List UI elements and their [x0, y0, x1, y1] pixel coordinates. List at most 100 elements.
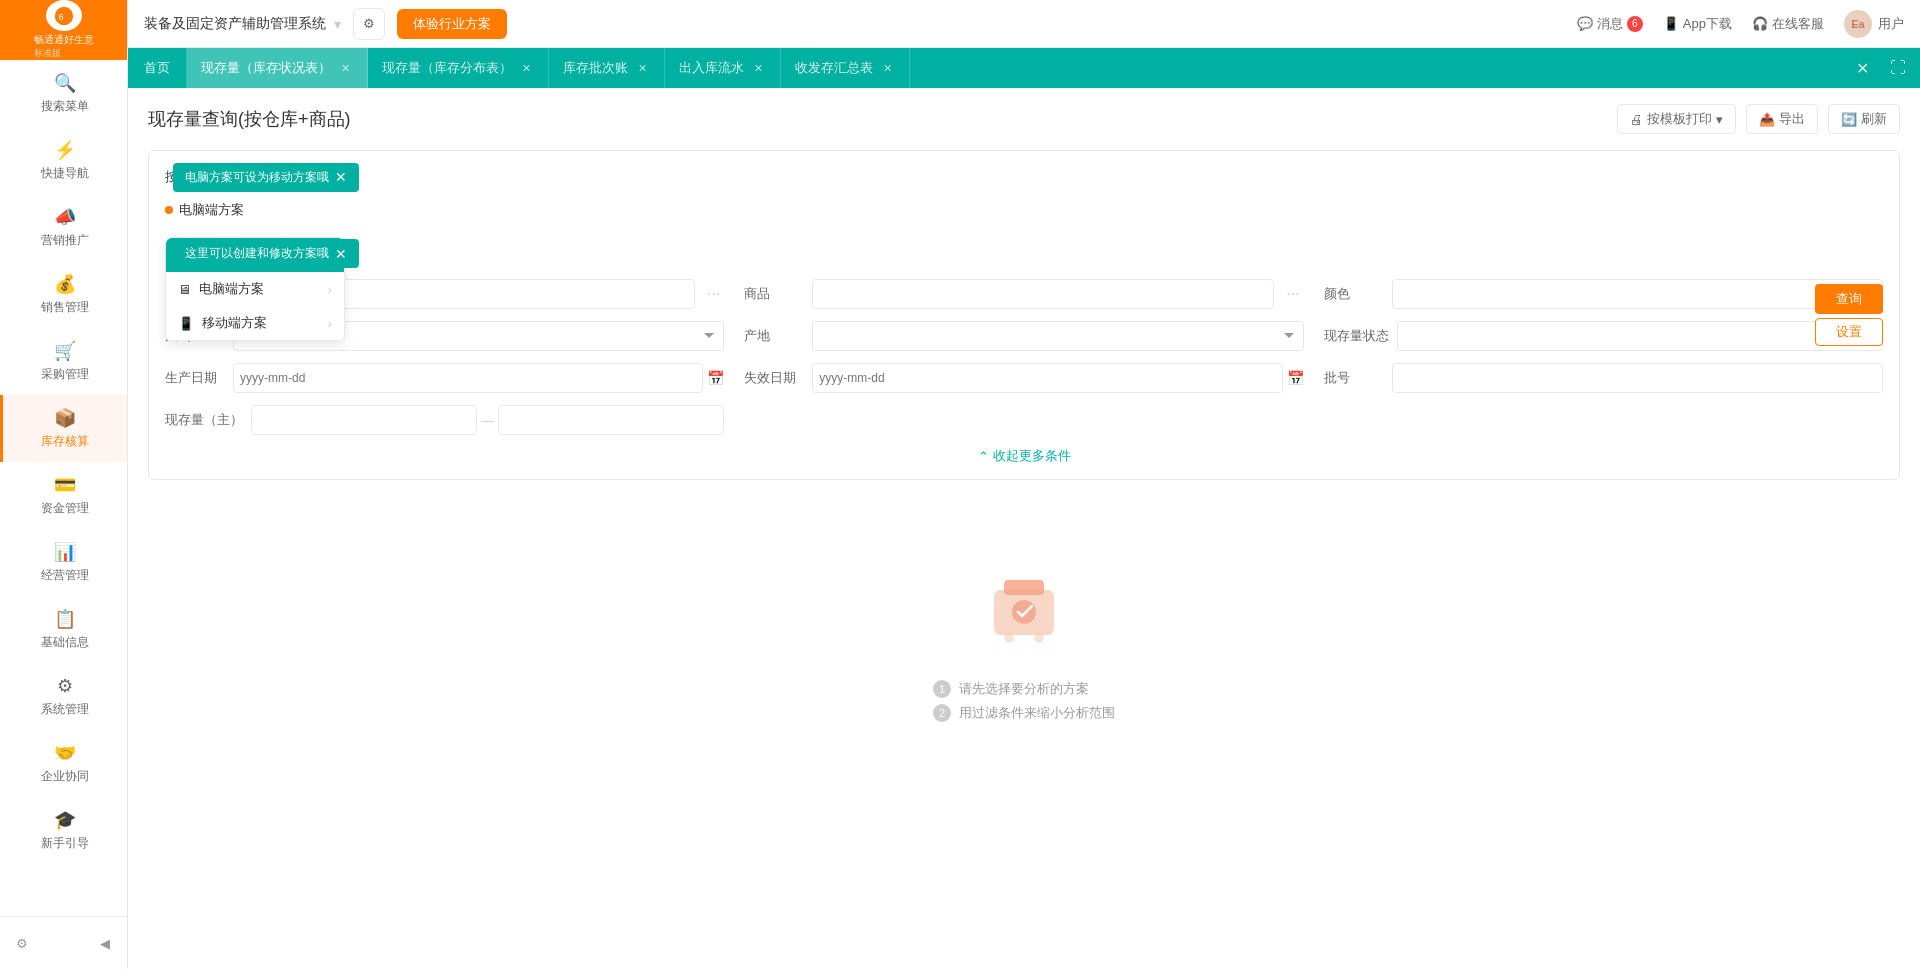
tab-close-all-button[interactable]: ✕	[1848, 54, 1876, 82]
user-menu[interactable]: Ea 用户	[1844, 10, 1904, 38]
stock-main-max-input[interactable]	[498, 405, 724, 435]
stock-main-range: —	[251, 405, 724, 435]
industry-plan-button[interactable]: 体验行业方案	[397, 9, 507, 39]
inventory-icon: 📦	[54, 407, 76, 429]
sidebar-item-operations[interactable]: 📊 经营管理	[0, 529, 127, 596]
page-actions: 🖨 按模板打印 ▾ 📤 导出 🔄 刷新	[1617, 104, 1900, 134]
message-icon: 💬	[1577, 16, 1593, 31]
color-label: 颜色	[1324, 285, 1384, 303]
filter-section-wrapper: 按以下方案查询 + ✎ ← 电脑方案可设为移动方案哦 ✕	[148, 150, 1900, 480]
production-date-label: 生产日期	[165, 369, 225, 387]
color-select[interactable]	[1392, 279, 1883, 309]
sidebar-item-quick[interactable]: ⚡ 快捷导航	[0, 127, 127, 194]
reset-button[interactable]: 设置	[1815, 318, 1883, 346]
empty-state: 1 请先选择要分析的方案 2 用过滤条件来缩小分析范围	[148, 480, 1900, 808]
tab-receive-summary[interactable]: 收发存汇总表 ✕	[781, 48, 910, 88]
app-logo: 6 畅通通好生意 标准版	[0, 0, 127, 60]
tab-in-out-flow[interactable]: 出入库流水 ✕	[665, 48, 781, 88]
batch-input[interactable]	[1392, 363, 1883, 393]
sidebar-menu: 🔍 搜索菜单 ⚡ 快捷导航 📣 营销推广 💰 销售管理 🛒 采购管理 📦 库存核…	[0, 60, 127, 916]
finance-icon: 💳	[54, 474, 76, 496]
origin-select[interactable]	[812, 321, 1303, 351]
tab-close-inventory-dist[interactable]: ✕	[518, 60, 534, 76]
expiry-date-icon[interactable]: 📅	[1287, 370, 1304, 386]
svg-point-5	[1004, 633, 1014, 643]
range-separator: —	[481, 413, 494, 428]
scheme-item-mobile[interactable]: 📱 移动端方案 ›	[166, 306, 344, 340]
support-icon: 🎧	[1752, 16, 1768, 31]
filter-row-color: 颜色	[1324, 279, 1883, 309]
goods-dots[interactable]: ···	[1282, 285, 1303, 303]
sidebar-item-purchase[interactable]: 🛒 采购管理	[0, 328, 127, 395]
batch-label: 批号	[1324, 369, 1384, 387]
origin-label: 产地	[744, 327, 804, 345]
expiry-date-input-wrapper: 📅	[812, 363, 1303, 393]
scheme-item-desktop[interactable]: 🖥 电脑端方案 ›	[166, 272, 344, 306]
sidebar-item-finance[interactable]: 💳 资金管理	[0, 462, 127, 529]
sidebar-item-enterprise[interactable]: 🤝 企业协同	[0, 730, 127, 797]
tab-inventory-status[interactable]: 现存量（库存状况表） ✕	[187, 48, 368, 88]
expiry-date-input[interactable]	[812, 363, 1282, 393]
tab-home[interactable]: 首页	[128, 48, 187, 88]
logo-icon: 6	[46, 0, 82, 31]
arrow-right-icon: ›	[328, 282, 332, 297]
tooltip-close-scheme[interactable]: ✕	[335, 246, 347, 262]
export-icon: 📤	[1759, 112, 1775, 127]
main-tooltip: 电脑方案可设为移动方案哦 ✕	[173, 163, 359, 192]
sidebar-item-search[interactable]: 🔍 搜索菜单	[0, 60, 127, 127]
content-inner: 现存量查询(按仓库+商品) 🖨 按模板打印 ▾ 📤 导出 🔄 刷新	[128, 88, 1920, 969]
refresh-icon: 🔄	[1841, 112, 1857, 127]
production-date-input[interactable]	[233, 363, 703, 393]
app-download-button[interactable]: 📱 App下载	[1663, 15, 1732, 33]
sidebar-item-sales[interactable]: 💰 销售管理	[0, 261, 127, 328]
tab-close-inventory-status[interactable]: ✕	[337, 60, 353, 76]
svg-point-0	[54, 6, 72, 24]
sidebar-settings-button[interactable]: ⚙	[8, 929, 36, 957]
goods-input-wrapper	[812, 279, 1274, 309]
tooltip-close-main[interactable]: ✕	[335, 169, 347, 185]
goods-label: 商品	[744, 285, 804, 303]
refresh-button[interactable]: 🔄 刷新	[1828, 104, 1900, 134]
sidebar-collapse-button[interactable]: ◀	[91, 929, 119, 957]
message-button[interactable]: 💬 消息 6	[1577, 15, 1643, 33]
export-button[interactable]: 📤 导出	[1746, 104, 1818, 134]
tab-close-batch-account[interactable]: ✕	[634, 60, 650, 76]
goods-input[interactable]	[812, 279, 1274, 309]
chevron-up-icon: ⌃	[978, 449, 989, 464]
stock-main-min-input[interactable]	[251, 405, 477, 435]
settings-button[interactable]: ⚙	[353, 8, 385, 40]
stock-main-label: 现存量（主）	[165, 411, 243, 429]
search-button[interactable]: 查询	[1815, 284, 1883, 314]
template-print-button[interactable]: 🖨 按模板打印 ▾	[1617, 104, 1736, 134]
tab-close-in-out-flow[interactable]: ✕	[750, 60, 766, 76]
warehouse-dots[interactable]: ···	[703, 285, 724, 303]
stock-status-select[interactable]	[1397, 321, 1883, 351]
tab-fullscreen-button[interactable]: ⛶	[1884, 54, 1912, 82]
tab-close-receive-summary[interactable]: ✕	[879, 60, 895, 76]
sidebar-item-inventory[interactable]: 📦 库存核算	[0, 395, 127, 462]
sidebar-item-guide[interactable]: 🎓 新手引导	[0, 797, 127, 864]
sidebar-item-system[interactable]: ⚙ 系统管理	[0, 663, 127, 730]
filter-row-goods: 商品 ···	[744, 279, 1303, 309]
sidebar: 6 畅通通好生意 标准版 🔍 搜索菜单 ⚡ 快捷导航 📣 营销推广 💰 销售管理…	[0, 0, 128, 969]
filter-row-batch: 批号	[1324, 363, 1883, 393]
sales-icon: 💰	[54, 273, 76, 295]
search-buttons: 查询 设置	[1815, 284, 1883, 346]
message-badge: 6	[1627, 16, 1643, 32]
scheme-tooltip: 这里可以创建和修改方案哦 ✕	[173, 239, 359, 268]
page-header: 现存量查询(按仓库+商品) 🖨 按模板打印 ▾ 📤 导出 🔄 刷新	[148, 104, 1900, 134]
sidebar-item-marketing[interactable]: 📣 营销推广	[0, 194, 127, 261]
svg-point-6	[1034, 633, 1044, 643]
tab-inventory-dist[interactable]: 现存量（库存分布表） ✕	[368, 48, 549, 88]
scheme-current-label: 电脑端方案	[179, 201, 244, 219]
scheme-dropdown-container: 电脑端方案 电脑端方案 🖥 电脑端方案 ›	[165, 201, 244, 219]
svg-text:6: 6	[58, 11, 63, 21]
filter-row-expiry-date: 失效日期 📅	[744, 363, 1303, 393]
online-support-button[interactable]: 🎧 在线客服	[1752, 15, 1824, 33]
collapse-button[interactable]: ⌃ 收起更多条件	[165, 447, 1883, 465]
tab-batch-account[interactable]: 库存批次账 ✕	[549, 48, 665, 88]
purchase-icon: 🛒	[54, 340, 76, 362]
guide-icon: 🎓	[54, 809, 76, 831]
production-date-icon[interactable]: 📅	[707, 370, 724, 386]
sidebar-item-basic[interactable]: 📋 基础信息	[0, 596, 127, 663]
